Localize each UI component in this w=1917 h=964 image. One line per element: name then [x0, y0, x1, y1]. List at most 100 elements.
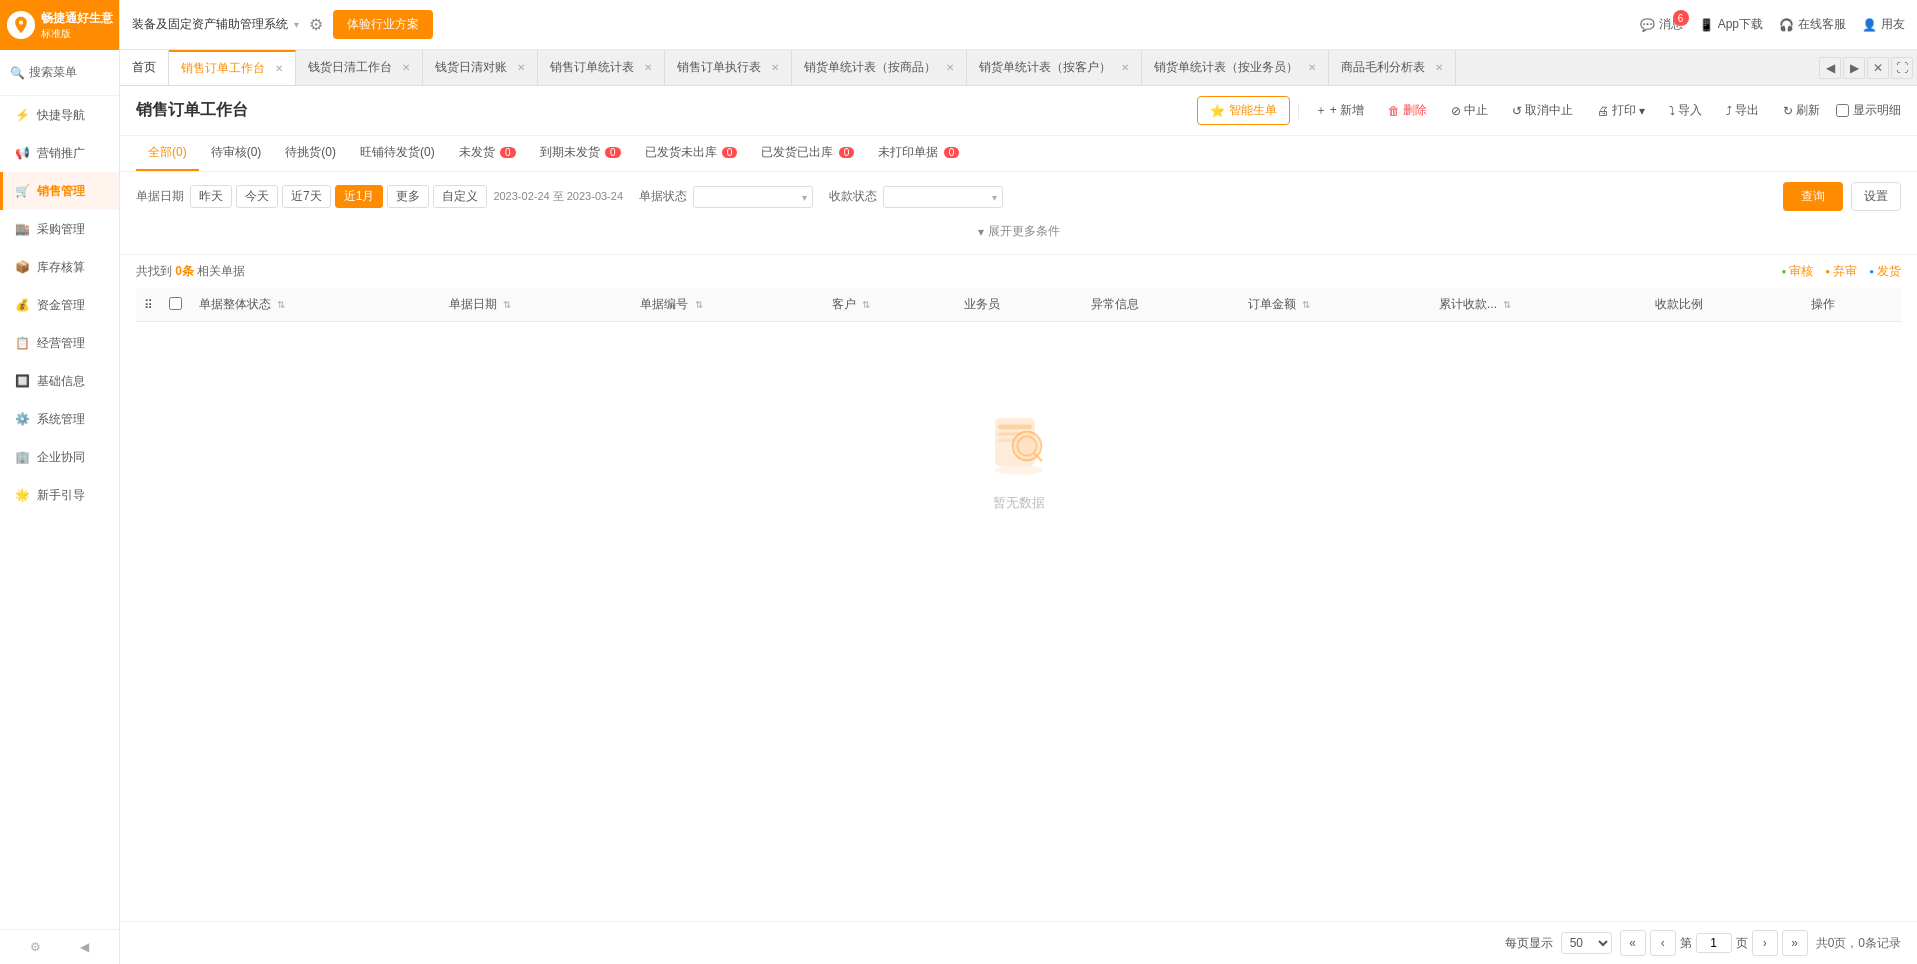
industry-solution-btn[interactable]: 体验行业方案: [333, 10, 433, 39]
show-detail-checkbox[interactable]: 显示明细: [1836, 102, 1901, 119]
settings-icon[interactable]: ⚙: [30, 940, 41, 954]
tab-product-margin[interactable]: 商品毛利分析表 ✕: [1329, 50, 1456, 86]
tab-sales-workbench[interactable]: 销售订单工作台 ✕: [169, 50, 296, 86]
sub-tab-wangpu[interactable]: 旺铺待发货(0): [348, 136, 447, 171]
expand-more-btn[interactable]: ▾ 展开更多条件: [978, 223, 1060, 240]
tab-summary-product-close[interactable]: ✕: [946, 62, 954, 73]
sidebar-item-ops[interactable]: 📋 经营管理: [0, 324, 119, 362]
delete-btn[interactable]: 🗑 删除: [1380, 98, 1435, 123]
sidebar-item-base[interactable]: 🔲 基础信息: [0, 362, 119, 400]
page-prev-btn[interactable]: ‹: [1650, 930, 1676, 956]
filter-date-yesterday[interactable]: 昨天: [190, 185, 232, 208]
sort-status-icon[interactable]: ⇅: [277, 299, 285, 310]
tab-home[interactable]: 首页: [120, 50, 169, 86]
online-service-btn[interactable]: 🎧 在线客服: [1779, 16, 1846, 33]
sidebar-item-guide[interactable]: 🌟 新手引导: [0, 476, 119, 514]
tab-product-margin-close[interactable]: ✕: [1435, 62, 1443, 73]
th-checkbox[interactable]: [161, 288, 191, 322]
sidebar-item-system[interactable]: ⚙️ 系统管理: [0, 400, 119, 438]
tab-sales-summary-staff[interactable]: 销货单统计表（按业务员） ✕: [1142, 50, 1329, 86]
sidebar-item-label: 企业协同: [37, 449, 85, 466]
sub-tab-pending-inspect[interactable]: 待挑货(0): [273, 136, 348, 171]
refresh-btn[interactable]: ↻ 刷新: [1775, 98, 1828, 123]
sub-tab-all[interactable]: 全部(0): [136, 136, 199, 171]
filter-date-custom[interactable]: 自定义: [433, 185, 487, 208]
tab-summary-customer-close[interactable]: ✕: [1121, 62, 1129, 73]
tab-maximize[interactable]: ⛶: [1891, 57, 1913, 79]
app-download-btn[interactable]: 📱 App下载: [1699, 16, 1763, 33]
sort-customer-icon[interactable]: ⇅: [862, 299, 870, 310]
select-all-checkbox[interactable]: [169, 297, 182, 310]
sidebar-item-corp[interactable]: 🏢 企业协同: [0, 438, 119, 476]
status-select[interactable]: [693, 186, 813, 208]
sub-tab-shipped-not-out[interactable]: 已发货未出库 0: [633, 136, 750, 171]
search-menu-btn[interactable]: 🔍 搜索菜单: [6, 58, 113, 87]
filter-settings-btn[interactable]: 设置: [1851, 182, 1901, 211]
tab-sales-summary-customer[interactable]: 销货单统计表（按客户） ✕: [967, 50, 1142, 86]
tab-scroll-next[interactable]: ▶: [1843, 57, 1865, 79]
page-next-btn[interactable]: ›: [1752, 930, 1778, 956]
filter-date-today[interactable]: 今天: [236, 185, 278, 208]
cancel-stop-btn[interactable]: ↺ 取消中止: [1504, 98, 1581, 123]
payment-select[interactable]: [883, 186, 1003, 208]
print-btn[interactable]: 🖨 打印 ▾: [1589, 98, 1653, 123]
collapse-icon[interactable]: ◀: [80, 940, 89, 954]
tab-scroll-prev[interactable]: ◀: [1819, 57, 1841, 79]
tab-sales-exec-label: 销售订单执行表: [677, 59, 761, 76]
topbar-gear-icon[interactable]: ⚙: [309, 15, 323, 34]
tab-sales-exec-close[interactable]: ✕: [771, 62, 779, 73]
sidebar-item-label: 销售管理: [37, 183, 85, 200]
sub-tab-not-printed[interactable]: 未打印单据 0: [866, 136, 971, 171]
message-btn[interactable]: 💬 消息 6: [1640, 16, 1683, 33]
page-input[interactable]: [1696, 933, 1732, 953]
stop-btn[interactable]: ⊘ 中止: [1443, 98, 1496, 123]
filter-date-7days[interactable]: 近7天: [282, 185, 331, 208]
title-dropdown-arrow[interactable]: ▾: [294, 19, 299, 30]
bulk-ship-btn[interactable]: 发货: [1869, 263, 1901, 280]
sidebar-item-quick-nav[interactable]: ⚡ 快捷导航: [0, 96, 119, 134]
page-header: 销售订单工作台 ⭐ 智能生单 ＋ + 新增 🗑 删除 ⊘ 中止: [120, 86, 1917, 136]
bulk-review-btn[interactable]: 审核: [1781, 263, 1813, 280]
tab-close-all[interactable]: ✕: [1867, 57, 1889, 79]
page-last-btn[interactable]: »: [1782, 930, 1808, 956]
sidebar-item-label: 库存核算: [37, 259, 85, 276]
tab-sales-stats[interactable]: 销售订单统计表 ✕: [538, 50, 665, 86]
show-detail-input[interactable]: [1836, 104, 1849, 117]
sub-tab-shipped-out[interactable]: 已发货已出库 0: [749, 136, 866, 171]
page-size-select[interactable]: 50 20 100: [1561, 932, 1612, 954]
tab-summary-staff-label: 销货单统计表（按业务员）: [1154, 59, 1298, 76]
tab-cash-reconcile[interactable]: 钱货日清对账 ✕: [423, 50, 538, 86]
filter-date-1month[interactable]: 近1月: [335, 185, 384, 208]
query-btn[interactable]: 查询: [1783, 182, 1843, 211]
sub-tab-not-shipped[interactable]: 未发货 0: [447, 136, 528, 171]
page-first-btn[interactable]: «: [1620, 930, 1646, 956]
filter-date-more[interactable]: 更多: [387, 185, 429, 208]
sidebar-item-marketing[interactable]: 📢 营销推广: [0, 134, 119, 172]
smart-create-btn[interactable]: ⭐ 智能生单: [1197, 96, 1290, 125]
sort-date-icon[interactable]: ⇅: [503, 299, 511, 310]
tab-sales-summary-product[interactable]: 销货单统计表（按商品） ✕: [792, 50, 967, 86]
sidebar-item-sales[interactable]: 🛒 销售管理: [0, 172, 119, 210]
sub-tab-pending-review[interactable]: 待审核(0): [199, 136, 274, 171]
sort-amount-icon[interactable]: ⇅: [1302, 299, 1310, 310]
sidebar-item-purchase[interactable]: 🏬 采购管理: [0, 210, 119, 248]
user-menu-btn[interactable]: 👤 用友: [1862, 16, 1905, 33]
tab-sales-workbench-close[interactable]: ✕: [275, 63, 283, 74]
tab-sales-stats-close[interactable]: ✕: [644, 62, 652, 73]
topbar: 装备及固定资产辅助管理系统 ▾ ⚙ 体验行业方案 💬 消息 6 📱 App下载 …: [120, 0, 1917, 50]
sub-tab-overdue-ship[interactable]: 到期未发货 0: [528, 136, 633, 171]
export-btn[interactable]: ⤴ 导出: [1718, 98, 1767, 123]
tab-cash-reconcile-close[interactable]: ✕: [517, 62, 525, 73]
tab-summary-staff-close[interactable]: ✕: [1308, 62, 1316, 73]
new-btn[interactable]: ＋ + 新增: [1307, 98, 1372, 123]
sort-number-icon[interactable]: ⇅: [695, 299, 703, 310]
sidebar-item-finance[interactable]: 💰 资金管理: [0, 286, 119, 324]
bulk-cancel-review-btn[interactable]: 弃审: [1825, 263, 1857, 280]
sidebar-item-inventory[interactable]: 📦 库存核算: [0, 248, 119, 286]
tab-sales-exec[interactable]: 销售订单执行表 ✕: [665, 50, 792, 86]
sort-collected-icon[interactable]: ⇅: [1503, 299, 1511, 310]
import-btn[interactable]: ⤵ 导入: [1661, 98, 1710, 123]
tab-cash-daily-close[interactable]: ✕: [402, 62, 410, 73]
tab-summary-product-label: 销货单统计表（按商品）: [804, 59, 936, 76]
tab-cash-daily[interactable]: 钱货日清工作台 ✕: [296, 50, 423, 86]
